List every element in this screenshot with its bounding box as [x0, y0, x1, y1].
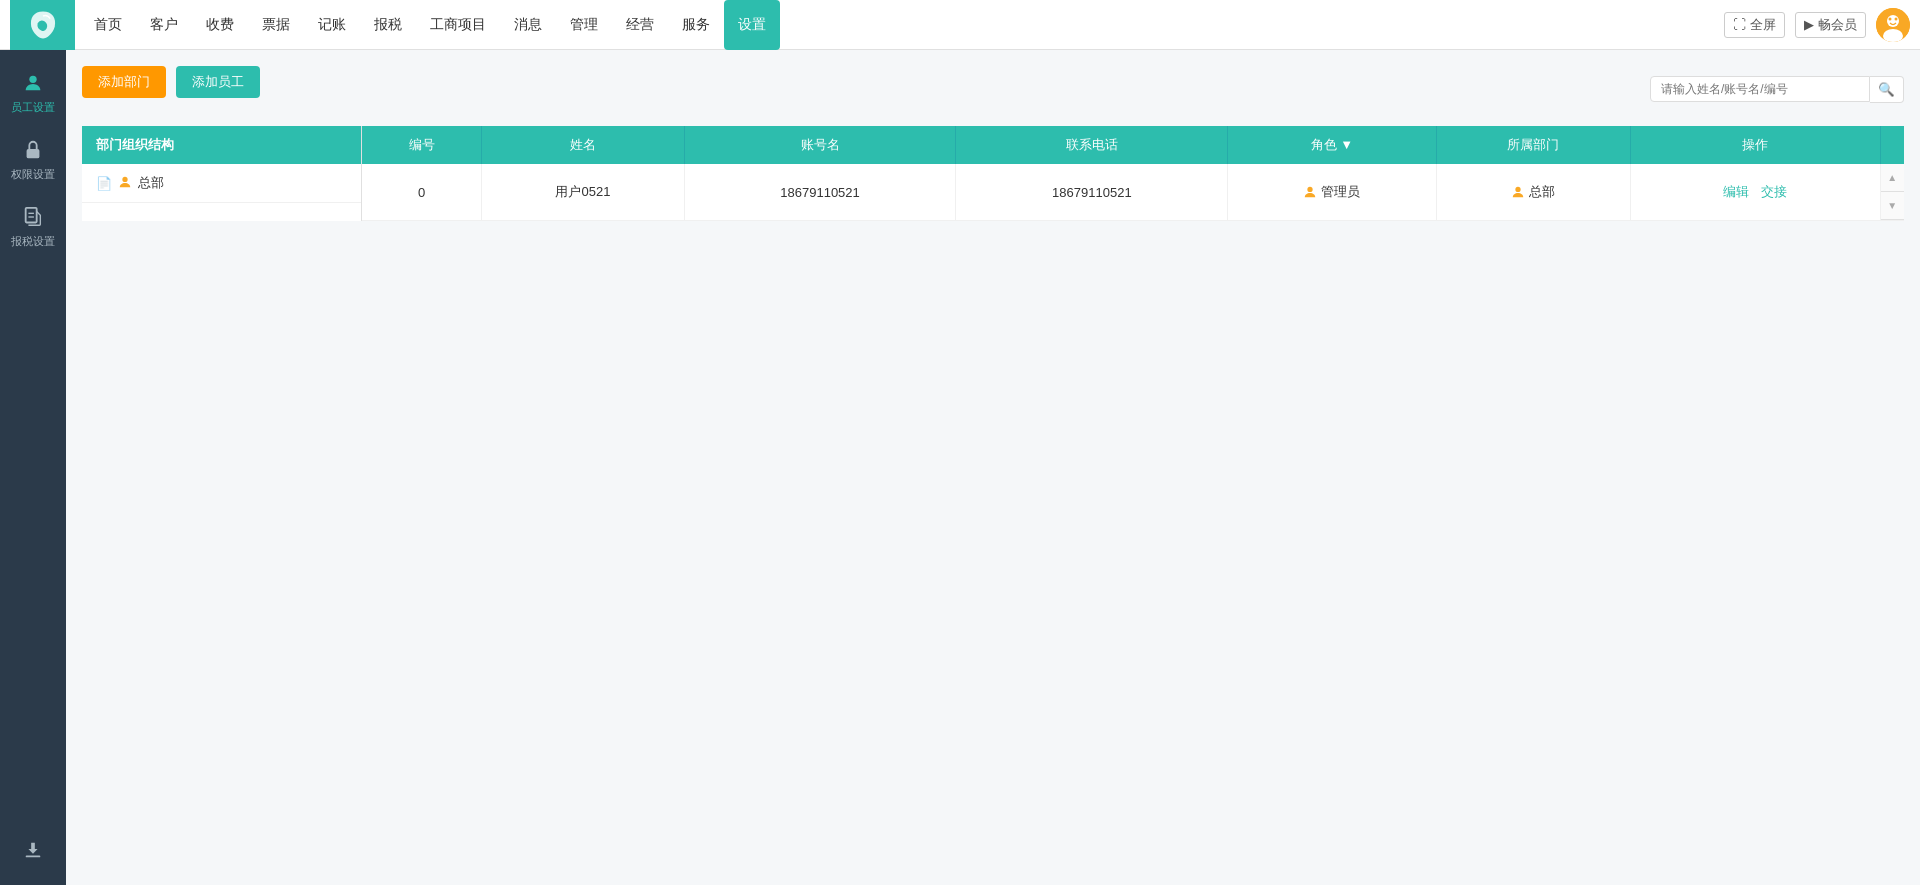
- col-role[interactable]: 角色 ▼: [1228, 126, 1436, 164]
- sidebar-item-employee[interactable]: 员工设置: [0, 60, 66, 127]
- col-account: 账号名: [684, 126, 956, 164]
- content-area: 添加部门 添加员工 🔍 部门组织结构 📄: [66, 50, 1920, 885]
- sidebar-item-taxsettings[interactable]: 报税设置: [0, 194, 66, 261]
- dept-user-icon-cell: [1511, 185, 1525, 199]
- role-user-icon: [1303, 185, 1317, 199]
- scroll-up-button[interactable]: ▲: [1881, 164, 1905, 192]
- svg-point-13: [1516, 187, 1521, 192]
- nav-account[interactable]: 记账: [304, 0, 360, 50]
- search-icon: 🔍: [1878, 82, 1895, 97]
- cell-role: 管理员: [1228, 164, 1436, 221]
- fullscreen-button[interactable]: ⛶ 全屏: [1724, 12, 1785, 38]
- sidebar-item-permission[interactable]: 权限设置: [0, 127, 66, 194]
- vip-button[interactable]: ▶ 畅会员: [1795, 12, 1866, 38]
- col-name: 姓名: [482, 126, 685, 164]
- cell-actions: 编辑 交接: [1630, 164, 1880, 221]
- search-button[interactable]: 🔍: [1870, 76, 1904, 103]
- cell-phone: 18679110521: [956, 164, 1228, 221]
- cell-id: 0: [362, 164, 482, 221]
- dept-user-icon: [118, 175, 132, 192]
- action-bar: 添加部门 添加员工: [82, 66, 260, 98]
- cell-scroll-ctrl: ▲ ▼: [1880, 164, 1904, 221]
- svg-point-1: [1887, 15, 1899, 27]
- col-phone: 联系电话: [956, 126, 1228, 164]
- sidebar-item-download[interactable]: [0, 827, 66, 875]
- dept-text: 总部: [1529, 183, 1555, 201]
- nav-tax[interactable]: 报税: [360, 0, 416, 50]
- file-icon: 📄: [96, 176, 112, 191]
- sidebar-permission-label: 权限设置: [11, 167, 55, 182]
- scroll-down-button[interactable]: ▼: [1881, 192, 1905, 220]
- nav-manage[interactable]: 管理: [556, 0, 612, 50]
- nav-right: ⛶ 全屏 ▶ 畅会员: [1724, 8, 1910, 42]
- edit-link[interactable]: 编辑: [1723, 184, 1749, 199]
- person-icon: [22, 72, 44, 96]
- cell-dept: 总部: [1436, 164, 1630, 221]
- table-panel: 编号 姓名 账号名 联系电话 角色 ▼ 所属部门 操作: [362, 126, 1904, 221]
- fullscreen-icon: ⛶: [1733, 17, 1746, 32]
- svg-point-5: [29, 76, 36, 83]
- nav-home[interactable]: 首页: [80, 0, 136, 50]
- main-layout: 员工设置 权限设置 报税设置 添加部门 添加员工: [0, 50, 1920, 885]
- transfer-link[interactable]: 交接: [1761, 184, 1787, 199]
- svg-rect-7: [26, 208, 37, 223]
- nav-service[interactable]: 服务: [668, 0, 724, 50]
- dept-panel-header: 部门组织结构: [82, 126, 361, 164]
- sidebar-taxsettings-label: 报税设置: [11, 234, 55, 249]
- report-icon: [22, 206, 44, 230]
- content-inner: 添加部门 添加员工 🔍 部门组织结构 📄: [82, 66, 1904, 221]
- logo: [10, 0, 75, 50]
- nav-settings[interactable]: 设置: [724, 0, 780, 50]
- nav-operate[interactable]: 经营: [612, 0, 668, 50]
- nav-items: 首页 客户 收费 票据 记账 报税 工商项目 消息 管理 经营 服务 设置: [80, 0, 1724, 50]
- table-row: 0 用户0521 18679110521 18679110521 管理员: [362, 164, 1904, 221]
- nav-message[interactable]: 消息: [500, 0, 556, 50]
- dept-panel: 部门组织结构 📄 总部: [82, 126, 362, 221]
- svg-point-4: [1895, 17, 1898, 20]
- sidebar-employee-label: 员工设置: [11, 100, 55, 115]
- search-input[interactable]: [1650, 76, 1870, 102]
- download-icon: [22, 839, 44, 863]
- nav-business[interactable]: 工商项目: [416, 0, 500, 50]
- two-panel: 部门组织结构 📄 总部 编号: [82, 126, 1904, 221]
- add-dept-button[interactable]: 添加部门: [82, 66, 166, 98]
- lock-icon: [22, 139, 44, 163]
- svg-rect-6: [27, 149, 40, 158]
- svg-point-11: [122, 176, 127, 181]
- vip-icon: ▶: [1804, 17, 1814, 32]
- vip-label: 畅会员: [1818, 16, 1857, 34]
- search-bar: 🔍: [1650, 76, 1904, 103]
- nav-bill[interactable]: 票据: [248, 0, 304, 50]
- sidebar: 员工设置 权限设置 报税设置: [0, 50, 66, 885]
- add-employee-button[interactable]: 添加员工: [176, 66, 260, 98]
- cell-name: 用户0521: [482, 164, 685, 221]
- svg-rect-10: [26, 856, 41, 858]
- nav-customer[interactable]: 客户: [136, 0, 192, 50]
- employee-table: 编号 姓名 账号名 联系电话 角色 ▼ 所属部门 操作: [362, 126, 1904, 221]
- col-actions: 操作: [1630, 126, 1880, 164]
- role-text: 管理员: [1321, 183, 1360, 201]
- fullscreen-label: 全屏: [1750, 16, 1776, 34]
- cell-account: 18679110521: [684, 164, 956, 221]
- col-scroll: [1880, 126, 1904, 164]
- dept-item-root[interactable]: 📄 总部: [82, 164, 361, 203]
- svg-point-12: [1308, 187, 1313, 192]
- dept-name: 总部: [138, 174, 164, 192]
- nav-fee[interactable]: 收费: [192, 0, 248, 50]
- top-nav: 首页 客户 收费 票据 记账 报税 工商项目 消息 管理 经营 服务 设置 ⛶ …: [0, 0, 1920, 50]
- svg-point-3: [1889, 17, 1892, 20]
- avatar[interactable]: [1876, 8, 1910, 42]
- col-dept: 所属部门: [1436, 126, 1630, 164]
- col-id: 编号: [362, 126, 482, 164]
